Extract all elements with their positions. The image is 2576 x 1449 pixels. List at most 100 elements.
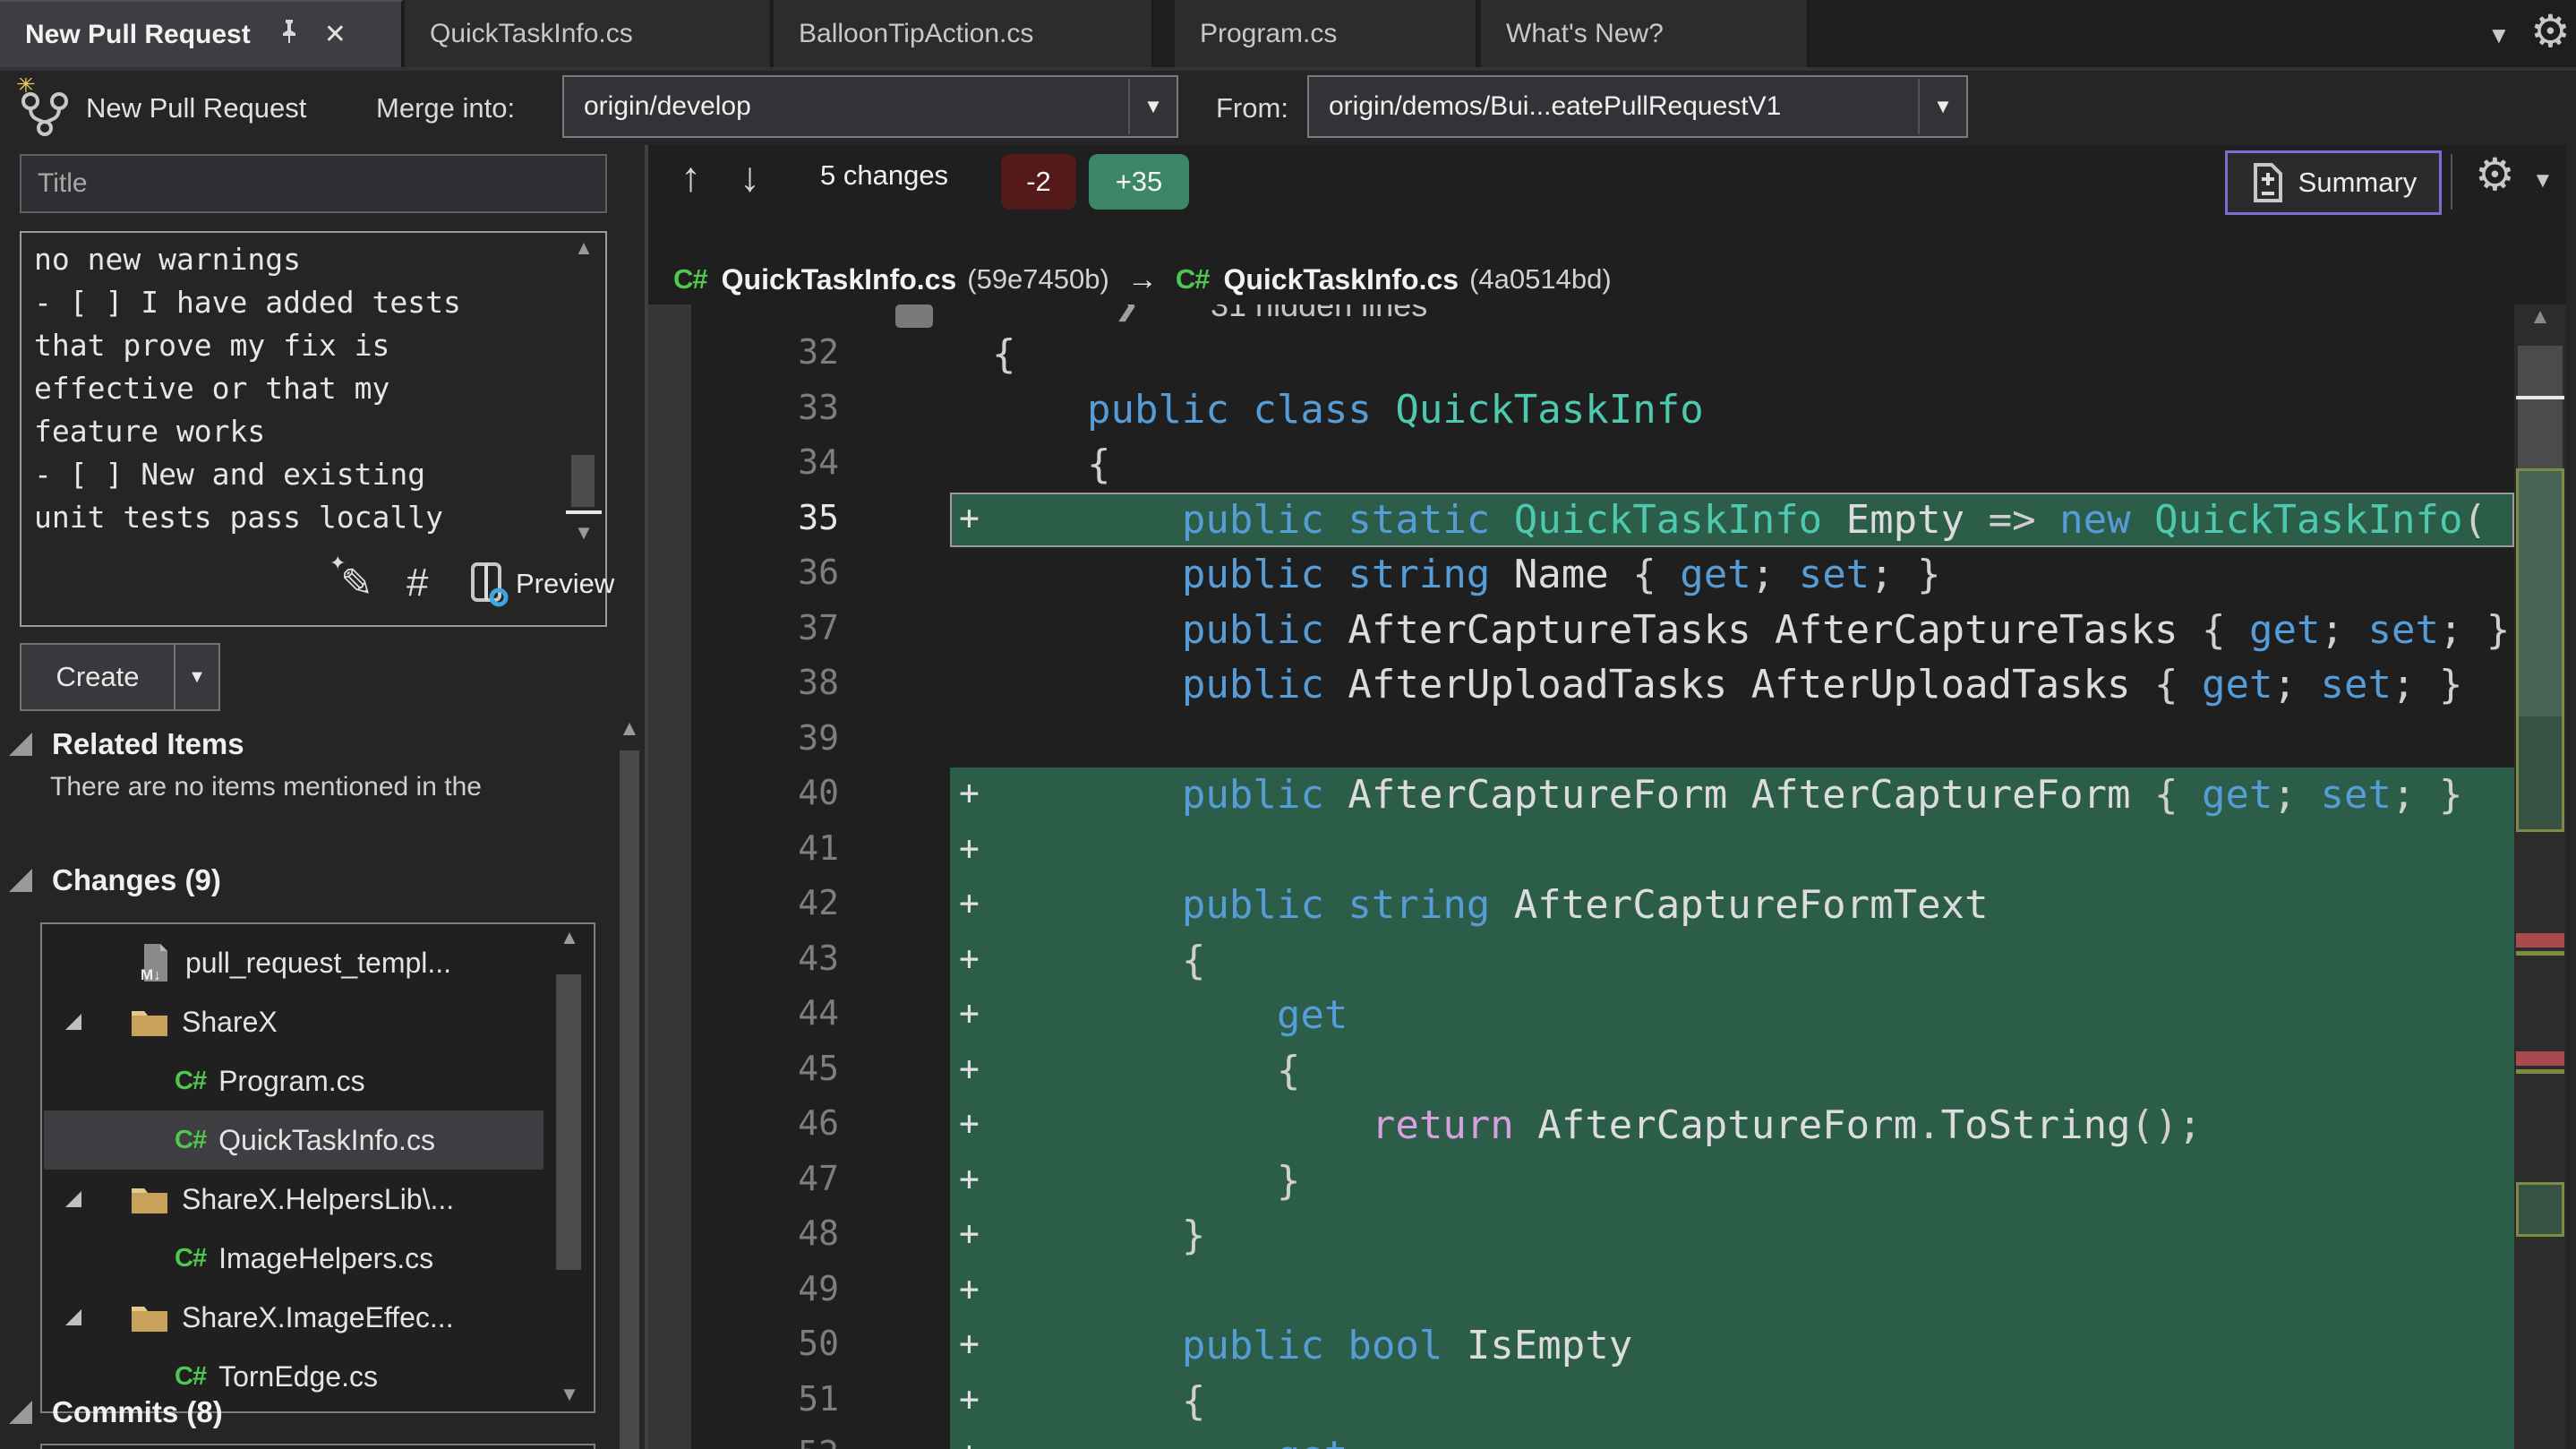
description-scrollbar[interactable]: ▲ ▼: [566, 236, 602, 552]
scrollbar-thumb[interactable]: [556, 974, 581, 1270]
pin-icon[interactable]: [274, 18, 304, 52]
code-line-51[interactable]: 51 + {: [648, 1373, 2514, 1428]
tree-item-sharex-imageeffec-[interactable]: ShareX.ImageEffec...: [44, 1288, 543, 1347]
code-line-34[interactable]: 34 {: [648, 437, 2514, 493]
code-line-37[interactable]: 37 public AfterCaptureTasks AfterCapture…: [648, 603, 2514, 658]
scroll-up-icon[interactable]: ▲: [616, 716, 643, 742]
tab-quicktaskinfo-cs[interactable]: QuickTaskInfo.cs: [405, 0, 772, 67]
expander-icon[interactable]: [65, 1309, 81, 1325]
gear-icon[interactable]: ⚙: [2530, 5, 2571, 57]
scroll-up-icon[interactable]: ▲: [566, 236, 602, 260]
scroll-up-icon[interactable]: ▲: [2514, 304, 2566, 330]
preview-icon: [471, 562, 509, 607]
tree-item-label: QuickTaskInfo.cs: [218, 1123, 435, 1156]
scroll-up-icon[interactable]: ▲: [547, 926, 592, 949]
commits-list-box: [40, 1444, 595, 1449]
tree-item-program-cs[interactable]: C# Program.cs: [44, 1051, 543, 1110]
tab-new-pull-request[interactable]: New Pull Request ✕: [0, 0, 403, 67]
commits-header[interactable]: Commits (8): [9, 1395, 223, 1429]
chevron-right-icon[interactable]: ❯: [1114, 304, 1140, 322]
visual-studio-window: New Pull Request ✕ QuickTaskInfo.cs Balloon…: [0, 0, 2576, 1449]
expander-icon[interactable]: [9, 733, 32, 756]
code-diff-editor[interactable]: ❯ 31 hidden lines 32 {33 public class Qui…: [648, 304, 2514, 1449]
tab-label: BalloonTipAction.cs: [799, 18, 1034, 48]
from-label: From:: [1216, 92, 1288, 124]
expander-icon[interactable]: [9, 1401, 32, 1424]
chevron-down-icon[interactable]: ▼: [1130, 95, 1177, 118]
merge-into-select[interactable]: origin/develop ▼: [562, 75, 1178, 138]
changes-header[interactable]: Changes (9): [9, 863, 221, 897]
panel-scrollbar-thumb[interactable]: [620, 750, 639, 1449]
tab-label: What's New?: [1506, 18, 1664, 48]
close-icon[interactable]: ✕: [324, 19, 347, 50]
chevron-down-icon[interactable]: ▼: [1920, 95, 1966, 118]
diff-plus-marker: +: [959, 993, 980, 1033]
code-line-32[interactable]: 32 {: [648, 327, 2514, 382]
diff-settings-gear-icon[interactable]: ⚙: [2475, 149, 2515, 201]
expander-icon[interactable]: [9, 869, 32, 892]
tab-list-dropdown-icon[interactable]: ▼: [2487, 21, 2511, 49]
expander-icon[interactable]: [65, 1014, 81, 1030]
code-line-42[interactable]: 42 + public string AfterCaptureFormText: [648, 878, 2514, 933]
line-number: 39: [798, 717, 839, 758]
diff-plus-marker: +: [959, 1268, 980, 1308]
diff-plus-marker: +: [959, 938, 980, 978]
preview-button[interactable]: Preview: [469, 557, 614, 611]
folder-icon: [132, 1011, 167, 1036]
csharp-file-icon: C#: [1175, 263, 1211, 295]
code-line-48[interactable]: 48 + }: [648, 1208, 2514, 1264]
work-item-hash-button[interactable]: #: [407, 561, 428, 605]
pr-description-field[interactable]: no new warnings - [ ] I have added tests…: [34, 238, 544, 539]
scroll-down-icon[interactable]: ▼: [547, 1383, 592, 1406]
diff-map-added-block: [2516, 1182, 2564, 1237]
chevron-down-icon[interactable]: ▼: [2532, 168, 2554, 193]
tree-item-sharex[interactable]: ShareX: [44, 992, 543, 1051]
diff-plus-marker: +: [959, 1048, 980, 1088]
next-change-button[interactable]: ↓: [740, 152, 760, 201]
commit-hash-old: (59e7450b): [967, 263, 1109, 295]
pull-request-form-panel: no new warnings - [ ] I have added tests…: [0, 145, 645, 1449]
diff-map-added-block: [2516, 468, 2564, 832]
tree-item-sharex-helperslib-[interactable]: ShareX.HelpersLib\...: [44, 1170, 543, 1229]
code-line-36[interactable]: 36 public string Name { get; set; }: [648, 547, 2514, 603]
code-line-33[interactable]: 33 public class QuickTaskInfo: [648, 382, 2514, 438]
scroll-down-icon[interactable]: ▼: [566, 521, 602, 544]
pr-title-input[interactable]: [20, 154, 607, 213]
summary-button[interactable]: Summary: [2225, 150, 2442, 215]
code-line-49[interactable]: 49 +: [648, 1263, 2514, 1318]
code-line-45[interactable]: 45 + {: [648, 1042, 2514, 1098]
tab-balloontipaction-cs[interactable]: BalloonTipAction.cs: [774, 0, 1153, 67]
tree-item-quicktaskinfo-cs[interactable]: C# QuickTaskInfo.cs: [44, 1110, 543, 1170]
ai-generate-description-button[interactable]: ✦ ✎: [329, 552, 381, 609]
code-line-43[interactable]: 43 + {: [648, 932, 2514, 988]
related-items-header[interactable]: Related Items: [9, 727, 244, 761]
create-dropdown-icon[interactable]: ▼: [175, 645, 218, 709]
code-text: get: [992, 1430, 1348, 1449]
tree-item-pull-request-templ-[interactable]: M↓ pull_request_templ...: [44, 933, 543, 992]
tab-program-cs[interactable]: Program.cs: [1175, 0, 1477, 67]
code-line-41[interactable]: 41 +: [648, 822, 2514, 878]
code-text: public AfterCaptureForm AfterCaptureForm…: [1181, 772, 2463, 818]
expander-icon[interactable]: [65, 1191, 81, 1207]
code-line-40[interactable]: 40 + public AfterCaptureForm AfterCapture…: [648, 767, 2514, 823]
line-number: 46: [798, 1103, 839, 1143]
tree-item-imagehelpers-cs[interactable]: C# ImageHelpers.cs: [44, 1229, 543, 1288]
code-line-47[interactable]: 47 + }: [648, 1153, 2514, 1208]
tree-scrollbar[interactable]: ▲ ▼: [547, 924, 592, 1411]
csharp-file-icon: C#: [673, 263, 708, 295]
code-line-38[interactable]: 38 public AfterUploadTasks AfterUploadTa…: [648, 657, 2514, 713]
editor-scrollbar[interactable]: ▲: [2514, 304, 2566, 1449]
code-line-50[interactable]: 50 + public bool IsEmpty: [648, 1318, 2514, 1374]
diff-plus-marker: +: [959, 1158, 980, 1198]
code-text: get: [1276, 992, 1348, 1038]
code-line-52[interactable]: 52 + get: [648, 1428, 2514, 1449]
scrollbar-thumb[interactable]: [571, 455, 595, 507]
previous-change-button[interactable]: ↑: [680, 152, 701, 201]
code-line-39[interactable]: 39: [648, 713, 2514, 768]
code-line-44[interactable]: 44 + get: [648, 988, 2514, 1043]
from-select[interactable]: origin/demos/Bui...eatePullRequestV1 ▼: [1307, 75, 1968, 138]
tab-what-s-new-[interactable]: What's New?: [1481, 0, 1809, 67]
create-button[interactable]: Create ▼: [20, 643, 220, 711]
code-line-46[interactable]: 46 + return AfterCaptureForm.ToString();: [648, 1098, 2514, 1153]
code-line-35[interactable]: 35 + public static QuickTaskInfo Empty =>…: [648, 492, 2514, 547]
